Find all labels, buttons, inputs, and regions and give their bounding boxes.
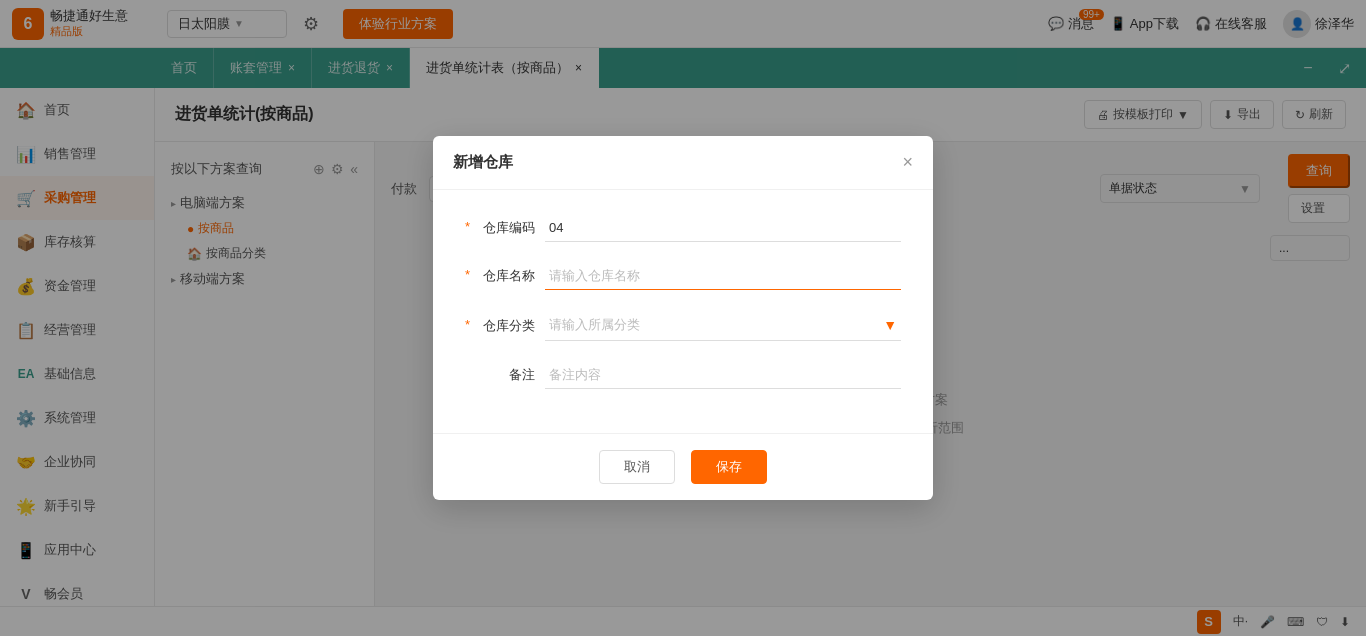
dialog-header: 新增仓库 × <box>433 136 933 190</box>
save-button[interactable]: 保存 <box>691 450 767 484</box>
add-warehouse-dialog: 新增仓库 × 仓库编码 仓库名称 仓库分类 请输入所属分类 ▼ <box>433 136 933 500</box>
form-row-category: 仓库分类 请输入所属分类 ▼ <box>465 310 901 341</box>
dialog-close-icon[interactable]: × <box>902 152 913 173</box>
note-label: 备注 <box>465 366 545 384</box>
dialog-body: 仓库编码 仓库名称 仓库分类 请输入所属分类 ▼ 备注 <box>433 190 933 433</box>
name-input[interactable] <box>545 262 901 290</box>
cancel-button[interactable]: 取消 <box>599 450 675 484</box>
code-input[interactable] <box>545 214 901 242</box>
category-label: 仓库分类 <box>465 317 545 335</box>
note-input[interactable] <box>545 361 901 389</box>
category-dropdown-arrow: ▼ <box>883 317 897 333</box>
code-label: 仓库编码 <box>465 219 545 237</box>
form-row-note: 备注 <box>465 361 901 389</box>
dialog-footer: 取消 保存 <box>433 433 933 500</box>
category-placeholder: 请输入所属分类 <box>549 316 640 334</box>
form-row-name: 仓库名称 <box>465 262 901 290</box>
overlay: 新增仓库 × 仓库编码 仓库名称 仓库分类 请输入所属分类 ▼ <box>0 0 1366 636</box>
name-label: 仓库名称 <box>465 267 545 285</box>
dialog-title: 新增仓库 <box>453 153 513 172</box>
category-select[interactable]: 请输入所属分类 ▼ <box>545 310 901 341</box>
form-row-code: 仓库编码 <box>465 214 901 242</box>
